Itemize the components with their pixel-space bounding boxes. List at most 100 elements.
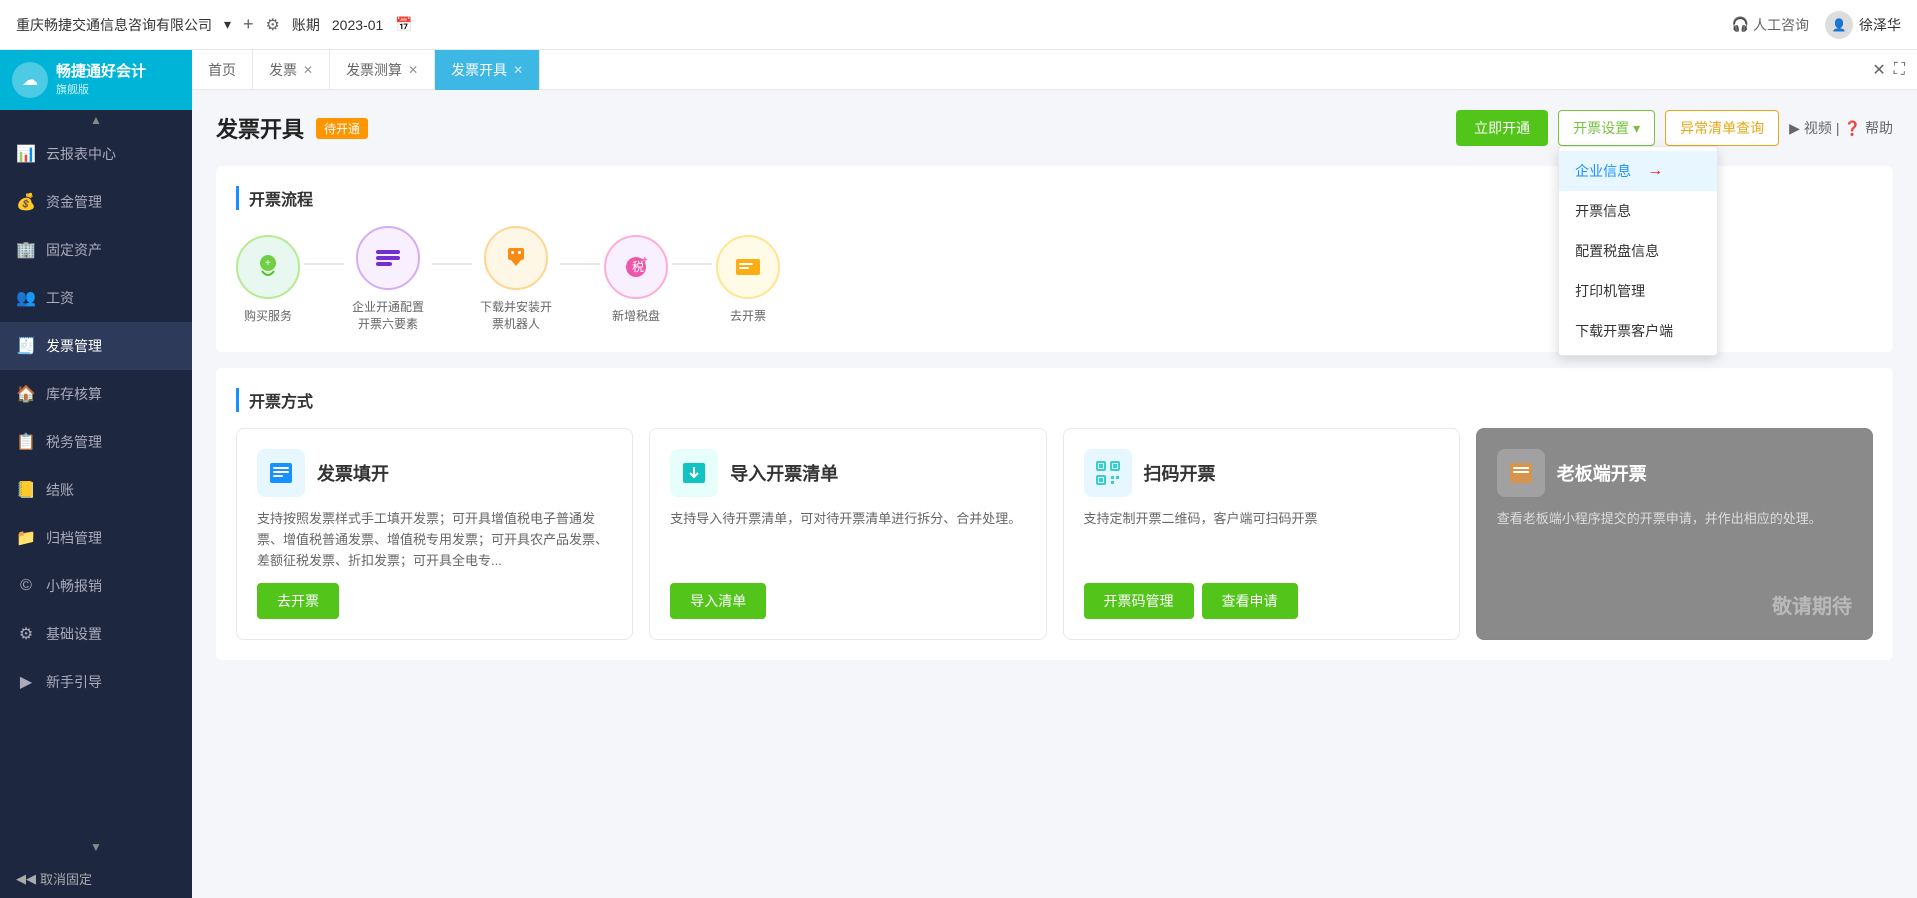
sidebar-item-label: 新手引导: [46, 672, 102, 692]
help-label: 帮助: [1865, 118, 1893, 138]
settings-dropdown-wrapper: 开票设置 ▾ 企业信息 → 开票信息: [1558, 110, 1655, 146]
red-arrow-icon: →: [1647, 162, 1663, 180]
tax-disk-step-icon: 税+: [604, 235, 668, 299]
tab-home[interactable]: 首页: [192, 50, 253, 90]
flow-divider-1: [304, 263, 344, 265]
scan-title: 扫码开票: [1144, 460, 1216, 486]
dropdown-company-info[interactable]: 企业信息 →: [1559, 151, 1717, 191]
sidebar-item-fixed-assets[interactable]: 🏢 固定资产: [0, 226, 192, 274]
logo-text: 畅捷通好会计: [56, 63, 146, 81]
calendar-icon[interactable]: 📅: [395, 16, 412, 33]
tab-invoice-calc-close[interactable]: ✕: [408, 63, 418, 77]
sidebar-item-settings[interactable]: ⚙ 基础设置: [0, 610, 192, 658]
expand-tab-btn[interactable]: ⛶: [1894, 61, 1905, 79]
buy-service-icon: +: [236, 235, 300, 299]
archive-icon: 📁: [16, 528, 36, 548]
flow-divider-3: [560, 263, 600, 265]
settings-icon[interactable]: ⚙: [266, 15, 280, 35]
play-icon: ▶: [1789, 120, 1800, 137]
sidebar-item-fund[interactable]: 💰 资金管理: [0, 178, 192, 226]
add-company-btn[interactable]: +: [243, 14, 254, 35]
flow-step-buy-service[interactable]: + 购买服务: [236, 235, 300, 324]
logo-sub: 旗舰版: [56, 81, 146, 97]
video-help-btn[interactable]: ▶ 视频 | ❓ 帮助: [1789, 118, 1893, 138]
import-list-btn[interactable]: 导入清单: [670, 583, 766, 619]
dropdown-download-client[interactable]: 下载开票客户端: [1559, 311, 1717, 351]
invoice-settings-button[interactable]: 开票设置 ▾: [1558, 110, 1655, 146]
sidebar-item-label: 归档管理: [46, 528, 102, 548]
tab-home-label: 首页: [208, 60, 236, 80]
sidebar-item-guide[interactable]: ▶ 新手引导: [0, 658, 192, 706]
dropdown-invoice-info[interactable]: 开票信息: [1559, 191, 1717, 231]
manual-fill-btn[interactable]: 去开票: [257, 583, 339, 619]
headset-icon: 🎧: [1732, 16, 1749, 33]
scan-action: 开票码管理 查看申请: [1084, 583, 1439, 619]
question-icon: ❓: [1844, 120, 1861, 137]
flow-step-tax-disk[interactable]: 税+ 新增税盘: [604, 235, 668, 324]
close-tab-btn[interactable]: ✕: [1872, 60, 1885, 80]
method-card-scan-header: 扫码开票: [1084, 449, 1439, 497]
payroll-icon: 👥: [16, 288, 36, 308]
sidebar-item-label: 资金管理: [46, 192, 102, 212]
page-body: 发票开具 待开通 立即开通 开票设置 ▾ 企业信息 →: [192, 90, 1917, 898]
sidebar-item-accounting[interactable]: 📒 结账: [0, 466, 192, 514]
sidebar-item-cloud-report[interactable]: 📊 云报表中心: [0, 130, 192, 178]
manual-fill-desc: 支持按照发票样式手工填开发票；可开具增值税电子普通发票、增值税普通发票、增值税专…: [257, 509, 612, 571]
xiaochang-icon: ©: [16, 576, 36, 596]
page-header: 发票开具 待开通 立即开通 开票设置 ▾ 企业信息 →: [216, 110, 1893, 146]
sidebar-item-inventory[interactable]: 🏠 库存核算: [0, 370, 192, 418]
activate-button[interactable]: 立即开通: [1456, 110, 1548, 146]
flow-divider-2: [432, 263, 472, 265]
tab-invoice-close[interactable]: ✕: [303, 63, 313, 77]
sidebar-item-label: 固定资产: [46, 240, 102, 260]
go-invoice-icon: [716, 235, 780, 299]
svg-text:+: +: [642, 255, 648, 266]
chevron-down-icon[interactable]: ▾: [224, 16, 231, 33]
chevron-down-nav-icon: ▼: [90, 840, 102, 854]
buy-service-label: 购买服务: [244, 307, 292, 324]
exception-list-button[interactable]: 异常清单查询: [1665, 110, 1779, 146]
method-section: 开票方式 发票填开 支持按照发票样式手工填开发票；可开具增值税电子普通发票、增值…: [216, 368, 1893, 660]
boss-title: 老板端开票: [1557, 460, 1647, 486]
header-right: 🎧 人工咨询 👤 徐泽华: [1732, 11, 1901, 39]
flow-step-config[interactable]: 企业开通配置开票六要素: [348, 226, 428, 332]
period-value: 2023-01: [332, 17, 383, 33]
sidebar-item-archive[interactable]: 📁 归档管理: [0, 514, 192, 562]
sidebar-item-label: 发票管理: [46, 336, 102, 356]
flow-step-go-invoice[interactable]: 去开票: [716, 235, 780, 324]
sidebar-item-payroll[interactable]: 👥 工资: [0, 274, 192, 322]
dropdown-tax-disk[interactable]: 配置税盘信息: [1559, 231, 1717, 271]
download-icon: [484, 226, 548, 290]
sidebar-item-xiaochang[interactable]: © 小畅报销: [0, 562, 192, 610]
view-apply-btn[interactable]: 查看申请: [1202, 583, 1298, 619]
sidebar-item-tax[interactable]: 📋 税务管理: [0, 418, 192, 466]
cancel-fixed-label: 取消固定: [40, 869, 92, 888]
scroll-up-btn[interactable]: ▲: [0, 110, 192, 130]
scroll-down-btn[interactable]: ▼: [0, 835, 192, 859]
tax-disk-step-label: 新增税盘: [612, 307, 660, 324]
config-label: 企业开通配置开票六要素: [348, 298, 428, 332]
tax-icon: 📋: [16, 432, 36, 452]
flow-step-download[interactable]: 下载并安装开票机器人: [476, 226, 556, 332]
tax-disk-label: 配置税盘信息: [1575, 241, 1659, 261]
user-info[interactable]: 👤 徐泽华: [1825, 11, 1901, 39]
status-badge: 待开通: [316, 118, 368, 139]
support-button[interactable]: 🎧 人工咨询: [1732, 15, 1809, 35]
company-info-label: 企业信息: [1575, 161, 1631, 181]
tab-invoice-calc[interactable]: 发票测算 ✕: [330, 50, 435, 90]
sidebar-item-invoice[interactable]: 🧾 发票管理: [0, 322, 192, 370]
settings-dropdown-menu: 企业信息 → 开票信息 配置税盘信息 打印机管理: [1558, 146, 1718, 356]
cancel-fixed-btn[interactable]: ◀◀ 取消固定: [0, 859, 192, 898]
manual-fill-title: 发票填开: [317, 460, 389, 486]
tab-invoice-calc-label: 发票测算: [346, 60, 402, 80]
sidebar-item-label: 小畅报销: [46, 576, 102, 596]
company-name[interactable]: 重庆畅捷交通信息咨询有限公司: [16, 15, 212, 35]
tab-invoice-issue-close[interactable]: ✕: [513, 63, 523, 77]
tab-invoice[interactable]: 发票 ✕: [253, 50, 330, 90]
qr-manage-btn[interactable]: 开票码管理: [1084, 583, 1194, 619]
invoice-info-label: 开票信息: [1575, 201, 1631, 221]
method-cards: 发票填开 支持按照发票样式手工填开发票；可开具增值税电子普通发票、增值税普通发票…: [236, 428, 1873, 640]
tab-invoice-issue[interactable]: 发票开具 ✕: [435, 50, 540, 90]
dropdown-printer[interactable]: 打印机管理: [1559, 271, 1717, 311]
download-label: 下载并安装开票机器人: [476, 298, 556, 332]
